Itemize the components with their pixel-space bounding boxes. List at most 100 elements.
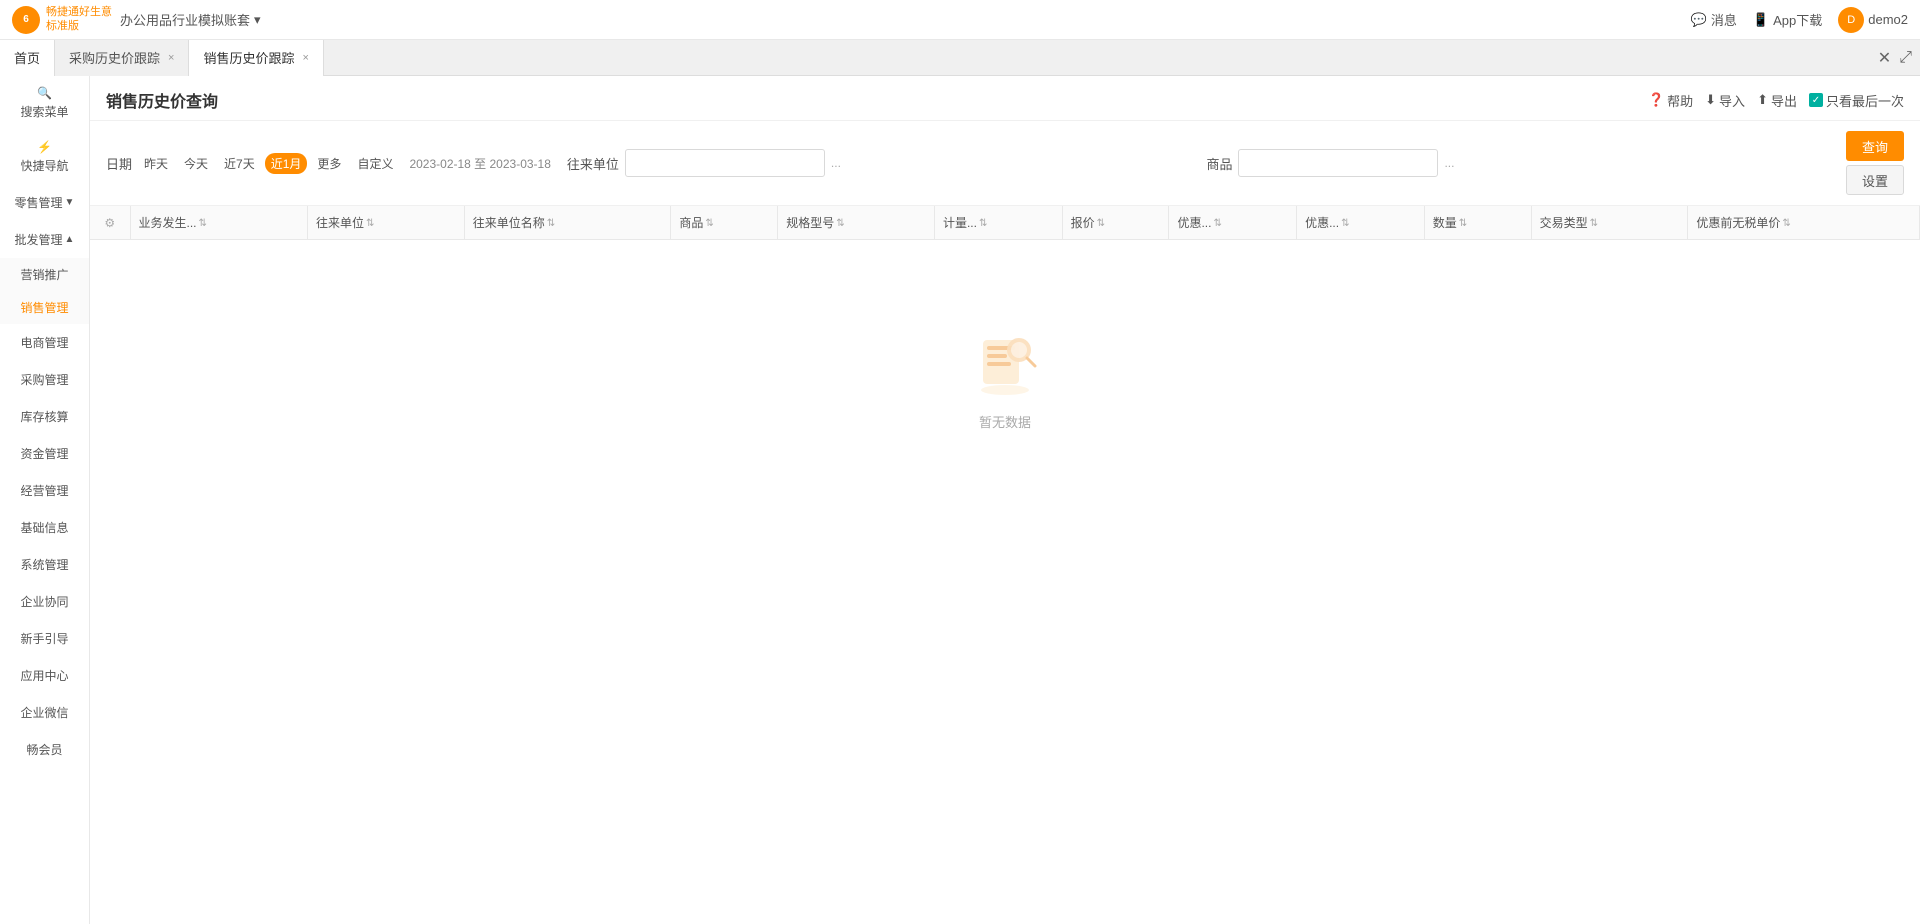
col-unit[interactable]: 计量...⇅ (934, 206, 1062, 240)
retail-mgmt-label: 零售管理 (15, 194, 63, 211)
help-btn[interactable]: ❓ 帮助 (1648, 91, 1693, 110)
search-menu-label: 搜索菜单 (20, 103, 68, 120)
partner-filter-group: 往来单位 ... (567, 149, 1191, 177)
export-btn[interactable]: ⬆ 导出 (1757, 91, 1797, 110)
sidebar-item-app-center[interactable]: 应用中心 (0, 657, 89, 694)
purchase-mgmt-label: 采购管理 (20, 371, 68, 388)
main-layout: 🔍 搜索菜单 ⚡ 快捷导航 零售管理 ▼ 批发管理 ▲ 营销推广 销售管理 电商… (0, 76, 1920, 924)
date-label: 日期 (106, 154, 132, 173)
app-title-dropdown[interactable]: 办公用品行业模拟账套 ▾ (120, 10, 261, 29)
sort-icon-product: ⇅ (705, 218, 713, 229)
tab-sales-history[interactable]: 销售历史价跟踪 × (189, 40, 323, 76)
page-header: 销售历史价查询 ❓ 帮助 ⬇ 导入 ⬆ 导出 ✓ 只看最后一次 (90, 76, 1920, 121)
product-more-icon[interactable]: ... (1444, 156, 1454, 170)
marketing-promo-label: 营销推广 (20, 268, 68, 282)
col-trade-type[interactable]: 交易类型⇅ (1531, 206, 1688, 240)
system-mgmt-label: 系统管理 (20, 556, 68, 573)
col-quantity[interactable]: 数量⇅ (1424, 206, 1531, 240)
user-name: demo2 (1868, 12, 1908, 27)
date-range-display: 2023-02-18 至 2023-03-18 (409, 155, 550, 172)
data-table: ⚙ 业务发生...⇅ 往来单位⇅ 往来单位名称⇅ 商品⇅ (90, 206, 1920, 240)
sort-icon-trade-type: ⇅ (1590, 218, 1598, 229)
import-icon: ⬇ (1705, 92, 1716, 108)
sidebar-item-system-mgmt[interactable]: 系统管理 (0, 546, 89, 583)
sort-icon-pre-tax-price: ⇅ (1782, 218, 1790, 229)
sidebar-item-vip[interactable]: 畅会员 (0, 731, 89, 768)
partner-more-icon[interactable]: ... (831, 156, 841, 170)
ops-mgmt-label: 经营管理 (20, 482, 68, 499)
import-btn[interactable]: ⬇ 导入 (1705, 91, 1745, 110)
sidebar-item-sales-mgmt[interactable]: 销售管理 (0, 291, 89, 324)
date-btn-more[interactable]: 更多 (311, 153, 347, 174)
col-partner-name[interactable]: 往来单位名称⇅ (464, 206, 671, 240)
enterprise-collab-label: 企业协同 (20, 593, 68, 610)
sidebar-item-enterprise-wechat[interactable]: 企业微信 (0, 694, 89, 731)
col-quote[interactable]: 报价⇅ (1062, 206, 1169, 240)
date-btn-yesterday[interactable]: 昨天 (138, 153, 174, 174)
col-biz-date[interactable]: 业务发生...⇅ (130, 206, 308, 240)
date-btn-today[interactable]: 今天 (178, 153, 214, 174)
sidebar-item-inventory-check[interactable]: 库存核算 (0, 398, 89, 435)
sales-mgmt-label: 销售管理 (20, 301, 68, 315)
sidebar-item-ops-mgmt[interactable]: 经营管理 (0, 472, 89, 509)
sort-icon-spec: ⇅ (836, 218, 844, 229)
wholesale-mgmt-label: 批发管理 (15, 231, 63, 248)
enterprise-wechat-label: 企业微信 (20, 704, 68, 721)
sidebar-item-quick-nav[interactable]: ⚡ 快捷导航 (0, 130, 89, 184)
partner-input[interactable] (625, 149, 825, 177)
col-discount1[interactable]: 优惠...⇅ (1169, 206, 1297, 240)
msg-btn[interactable]: 💬 消息 (1691, 10, 1737, 29)
empty-state: 暂无数据 (90, 240, 1920, 511)
query-button[interactable]: 查询 (1846, 131, 1904, 161)
sidebar-item-basic-info[interactable]: 基础信息 (0, 509, 89, 546)
tab-purchase-history-close[interactable]: × (168, 52, 174, 64)
date-btn-last7days[interactable]: 近7天 (218, 153, 261, 174)
sidebar-item-new-guide[interactable]: 新手引导 (0, 620, 89, 657)
col-spec[interactable]: 规格型号⇅ (778, 206, 935, 240)
col-product[interactable]: 商品⇅ (671, 206, 778, 240)
tabbar-actions: ✕ ⤢ (1878, 48, 1920, 68)
app-title: 办公用品行业模拟账套 (120, 10, 250, 29)
col-gear[interactable]: ⚙ (90, 206, 130, 240)
sidebar-item-search-menu[interactable]: 🔍 搜索菜单 (0, 76, 89, 130)
tab-purchase-history[interactable]: 采购历史价跟踪 × (55, 40, 189, 76)
sidebar-item-finance-mgmt[interactable]: 资金管理 (0, 435, 89, 472)
col-partner-code[interactable]: 往来单位⇅ (308, 206, 465, 240)
date-btn-last1month[interactable]: 近1月 (265, 153, 308, 174)
empty-icon (965, 320, 1045, 400)
new-guide-label: 新手引导 (20, 630, 68, 647)
tab-sales-history-close[interactable]: × (302, 52, 308, 64)
sidebar-item-wholesale-mgmt[interactable]: 批发管理 ▲ (0, 221, 89, 258)
tab-home[interactable]: 首页 (0, 40, 55, 76)
vip-label: 畅会员 (26, 741, 62, 758)
col-pre-tax-price[interactable]: 优惠前无税单价⇅ (1688, 206, 1920, 240)
date-options: 昨天 今天 近7天 近1月 更多 自定义 (138, 153, 399, 174)
tabbar: 首页 采购历史价跟踪 × 销售历史价跟踪 × ✕ ⤢ (0, 40, 1920, 76)
app-center-label: 应用中心 (20, 667, 68, 684)
sort-icon-unit: ⇅ (979, 218, 987, 229)
settings-button[interactable]: 设置 (1846, 165, 1904, 195)
col-discount2[interactable]: 优惠...⇅ (1297, 206, 1425, 240)
quick-nav-label: 快捷导航 (20, 157, 68, 174)
page-title: 销售历史价查询 (106, 88, 218, 112)
product-input[interactable] (1238, 149, 1438, 177)
wholesale-mgmt-arrow: ▲ (65, 234, 75, 245)
logo-area: 6 畅捷通好生意 标准版 (12, 6, 112, 34)
app-download-btn[interactable]: 📱 App下载 (1753, 10, 1822, 29)
only-last-checkbox[interactable]: ✓ 只看最后一次 (1809, 91, 1904, 110)
date-btn-custom[interactable]: 自定义 (351, 153, 399, 174)
sidebar-item-marketing-promo[interactable]: 营销推广 (0, 258, 89, 291)
table-container: ⚙ 业务发生...⇅ 往来单位⇅ 往来单位名称⇅ 商品⇅ (90, 206, 1920, 924)
inventory-check-label: 库存核算 (20, 408, 68, 425)
user-area[interactable]: D demo2 (1838, 7, 1908, 33)
ecommerce-mgmt-label: 电商管理 (20, 334, 68, 351)
product-filter-group: 商品 ... (1206, 149, 1830, 177)
sidebar-item-ecommerce-mgmt[interactable]: 电商管理 (0, 324, 89, 361)
sidebar-item-enterprise-collab[interactable]: 企业协同 (0, 583, 89, 620)
close-all-tabs-btn[interactable]: ✕ (1878, 48, 1891, 68)
sidebar-item-retail-mgmt[interactable]: 零售管理 ▼ (0, 184, 89, 221)
sort-icon-partner-name: ⇅ (547, 218, 555, 229)
maximize-btn[interactable]: ⤢ (1899, 49, 1912, 67)
sidebar-item-purchase-mgmt[interactable]: 采购管理 (0, 361, 89, 398)
sort-icon-discount1: ⇅ (1213, 218, 1221, 229)
